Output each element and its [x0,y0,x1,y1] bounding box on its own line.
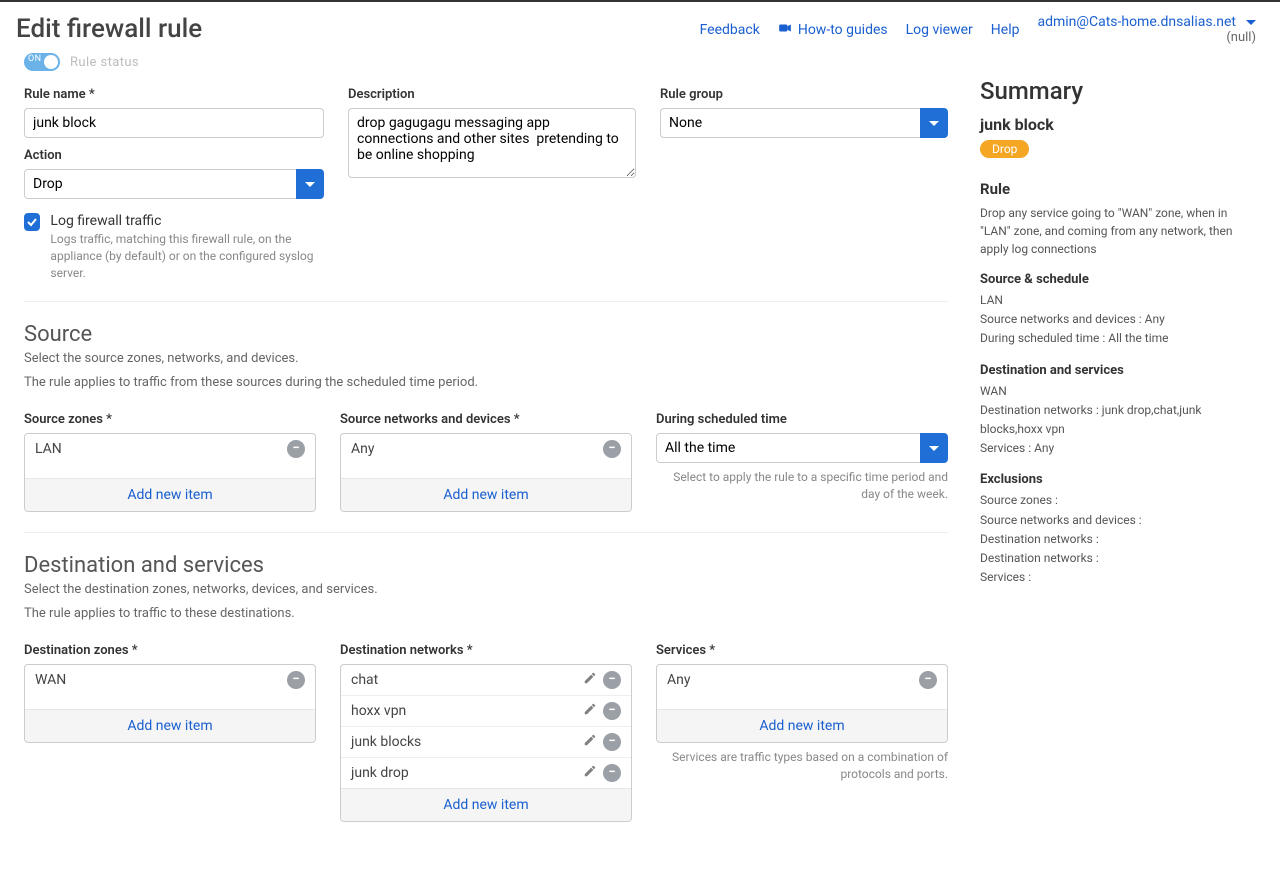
action-label: Action [24,148,324,163]
dest-zones-box: WAN − Add new item [24,664,316,743]
rule-status-row: ON Rule status [24,53,948,81]
services-help: Services are traffic types based on a co… [656,749,948,783]
description-label: Description [348,87,636,102]
chevron-down-icon[interactable] [296,169,324,199]
summary-rule-para: Drop any service going to "WAN" zone, wh… [980,204,1260,258]
source-desc-1: Select the source zones, networks, and d… [24,349,948,369]
remove-icon[interactable]: − [603,733,621,751]
summary-src-head: Source & schedule [980,272,1260,287]
rule-group-label: Rule group [660,87,948,102]
dest-desc-1: Select the destination zones, networks, … [24,580,948,600]
source-nets-box: Any − Add new item [340,433,632,512]
video-icon [778,21,792,39]
action-select[interactable] [24,169,324,199]
schedule-value[interactable] [656,433,920,463]
remove-icon[interactable]: − [603,764,621,782]
source-desc-2: The rule applies to traffic from these s… [24,373,948,393]
summary-kv: Source networks and devices : Any [980,310,1260,329]
list-item[interactable]: Any − [341,434,631,464]
add-new-item-button[interactable]: Add new item [657,709,947,742]
list-item[interactable]: Any − [657,665,947,695]
add-new-item-button[interactable]: Add new item [25,709,315,742]
remove-icon[interactable]: − [287,440,305,458]
nav-howto-label: How-to guides [798,22,888,38]
dest-nets-label: Destination networks * [340,643,632,658]
dest-title: Destination and services [24,553,948,578]
chevron-down-icon[interactable] [920,433,948,463]
nav-howto[interactable]: How-to guides [778,21,888,39]
source-zones-label: Source zones * [24,412,316,427]
summary-kv: Destination networks : [980,530,1260,549]
rule-name-label: Rule name * [24,87,324,102]
log-traffic-label: Log firewall traffic [50,213,324,229]
nav-help[interactable]: Help [991,22,1020,38]
source-nets-label: Source networks and devices * [340,412,632,427]
summary-kv: Source zones : [980,491,1260,510]
action-badge: Drop [980,140,1029,158]
rule-group-select[interactable] [660,108,948,138]
dest-desc-2: The rule applies to traffic to these des… [24,604,948,624]
edit-icon[interactable] [583,702,597,720]
list-item[interactable]: WAN − [25,665,315,695]
schedule-label: During scheduled time [656,412,948,427]
services-box: Any − Add new item [656,664,948,743]
summary-rule-head: Rule [980,180,1260,198]
chevron-down-icon[interactable] [920,108,948,138]
edit-icon[interactable] [583,671,597,689]
dest-nets-box: chat−hoxx vpn−junk blocks−junk drop− Add… [340,664,632,822]
rule-status-label: Rule status [70,55,139,70]
source-title: Source [24,322,948,347]
page-title: Edit firewall rule [16,14,202,44]
summary-title: Summary [980,77,1260,105]
summary-kv: LAN [980,291,1260,310]
log-traffic-sub: Logs traffic, matching this firewall rul… [50,231,324,281]
list-item[interactable]: chat− [341,665,631,695]
log-traffic-checkbox[interactable] [24,213,40,231]
add-new-item-button[interactable]: Add new item [25,478,315,511]
remove-icon[interactable]: − [603,702,621,720]
list-item[interactable]: LAN − [25,434,315,464]
schedule-select[interactable] [656,433,948,463]
summary-dest-head: Destination and services [980,363,1260,378]
action-value[interactable] [24,169,296,199]
nav-feedback[interactable]: Feedback [700,22,760,38]
add-new-item-button[interactable]: Add new item [341,478,631,511]
nav-logviewer[interactable]: Log viewer [906,22,973,38]
rule-name-input[interactable] [24,108,324,138]
source-zones-box: LAN − Add new item [24,433,316,512]
summary-excl-head: Exclusions [980,472,1260,487]
edit-icon[interactable] [583,764,597,782]
list-item[interactable]: junk drop− [341,757,631,788]
remove-icon[interactable]: − [603,671,621,689]
summary-kv: During scheduled time : All the time [980,329,1260,348]
summary-kv: WAN [980,382,1260,401]
summary-kv: Destination networks : [980,549,1260,568]
services-label: Services * [656,643,948,658]
rule-group-value[interactable] [660,108,920,138]
edit-icon[interactable] [583,733,597,751]
rule-status-toggle[interactable]: ON [24,53,60,71]
list-item[interactable]: hoxx vpn− [341,695,631,726]
summary-kv: Destination networks : junk drop,chat,ju… [980,401,1260,439]
remove-icon[interactable]: − [287,671,305,689]
dest-zones-label: Destination zones * [24,643,316,658]
nav-null: (null) [1226,30,1256,45]
nav-admin[interactable]: admin@Cats-home.dnsalias.net [1037,14,1256,30]
summary-kv: Source networks and devices : [980,511,1260,530]
summary-kv: Services : Any [980,439,1260,458]
list-item[interactable]: junk blocks− [341,726,631,757]
description-input[interactable] [348,108,636,178]
remove-icon[interactable]: − [603,440,621,458]
summary-kv: Services : [980,568,1260,587]
add-new-item-button[interactable]: Add new item [341,788,631,821]
schedule-help: Select to apply the rule to a specific t… [656,469,948,503]
summary-rule-name: junk block [980,115,1260,134]
remove-icon[interactable]: − [919,671,937,689]
